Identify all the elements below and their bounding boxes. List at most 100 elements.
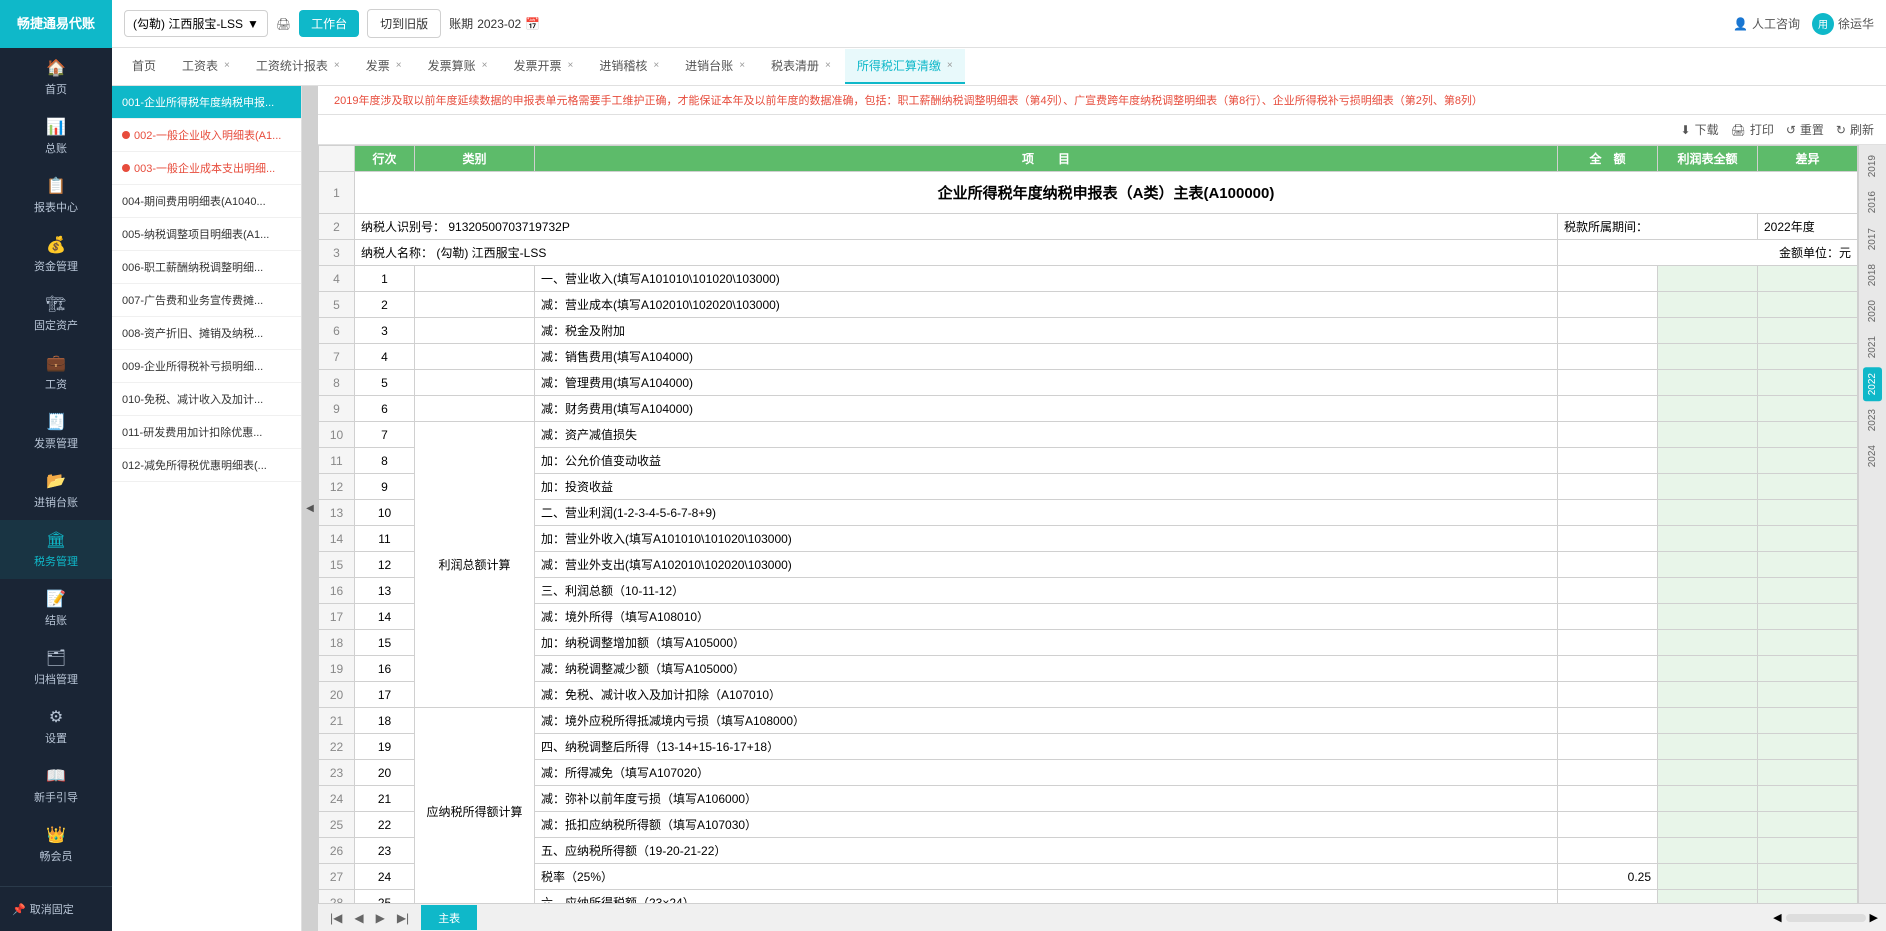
profit-amount[interactable]	[1658, 292, 1758, 318]
sheet-tab-main[interactable]: 主表	[421, 905, 477, 930]
line-number[interactable]: 20	[355, 760, 415, 786]
item-description[interactable]: 减：营业成本(填写A102010\102020\103000)	[535, 292, 1558, 318]
amount[interactable]	[1558, 422, 1658, 448]
line-number[interactable]: 12	[355, 552, 415, 578]
difference[interactable]	[1758, 708, 1858, 734]
amount[interactable]	[1558, 526, 1658, 552]
item-description[interactable]: 减：抵扣应纳税所得额（填写A107030）	[535, 812, 1558, 838]
tab-invoice[interactable]: 发票 ×	[354, 49, 414, 84]
form-item-011[interactable]: 011-研发费用加计扣除优惠...	[112, 416, 301, 449]
difference[interactable]	[1758, 578, 1858, 604]
user-service[interactable]: 👤 人工咨询	[1733, 15, 1800, 32]
difference[interactable]	[1758, 682, 1858, 708]
profit-amount[interactable]	[1658, 448, 1758, 474]
item-description[interactable]: 五、应纳税所得额（19-20-21-22）	[535, 838, 1558, 864]
amount[interactable]	[1558, 812, 1658, 838]
sidebar-item-invoices[interactable]: 🧾 发票管理	[0, 402, 112, 461]
year-2019[interactable]: 2019	[1863, 149, 1882, 183]
scroll-bar[interactable]	[1786, 914, 1866, 922]
sidebar-item-payroll[interactable]: 💼 工资	[0, 343, 112, 402]
amount[interactable]	[1558, 760, 1658, 786]
amount[interactable]	[1558, 344, 1658, 370]
profit-amount[interactable]	[1658, 396, 1758, 422]
profit-amount[interactable]	[1658, 344, 1758, 370]
download-button[interactable]: ⬇ 下载	[1681, 121, 1719, 138]
difference[interactable]	[1758, 474, 1858, 500]
item-description[interactable]: 减：弥补以前年度亏损（填写A106000）	[535, 786, 1558, 812]
tab-payroll-stats[interactable]: 工资统计报表 ×	[244, 49, 352, 84]
difference[interactable]	[1758, 812, 1858, 838]
year-2022[interactable]: 2022	[1863, 367, 1882, 401]
item-description[interactable]: 四、纳税调整后所得（13-14+15-16-17+18）	[535, 734, 1558, 760]
line-number[interactable]: 6	[355, 396, 415, 422]
line-number[interactable]: 3	[355, 318, 415, 344]
profit-amount[interactable]	[1658, 474, 1758, 500]
difference[interactable]	[1758, 396, 1858, 422]
item-description[interactable]: 加：纳税调整增加额（填写A105000）	[535, 630, 1558, 656]
form-item-010[interactable]: 010-免税、减计收入及加计...	[112, 383, 301, 416]
item-description[interactable]: 减：免税、减计收入及加计扣除（A107010）	[535, 682, 1558, 708]
difference[interactable]	[1758, 604, 1858, 630]
tab-tax-list[interactable]: 税表清册 ×	[759, 49, 843, 84]
line-number[interactable]: 13	[355, 578, 415, 604]
reset-button[interactable]: ↺ 重置	[1786, 121, 1824, 138]
item-description[interactable]: 六、应纳所得税额（23×24）	[535, 890, 1558, 904]
line-number[interactable]: 25	[355, 890, 415, 904]
form-item-002[interactable]: 002-一般企业收入明细表(A1...	[112, 119, 301, 152]
form-item-005[interactable]: 005-纳税调整项目明细表(A1...	[112, 218, 301, 251]
profit-amount[interactable]	[1658, 734, 1758, 760]
amount[interactable]	[1558, 630, 1658, 656]
line-number[interactable]: 9	[355, 474, 415, 500]
item-description[interactable]: 减：管理费用(填写A104000)	[535, 370, 1558, 396]
amount[interactable]: 0.25	[1558, 864, 1658, 890]
difference[interactable]	[1758, 760, 1858, 786]
tab-payroll-stats-close[interactable]: ×	[334, 60, 340, 71]
form-item-006[interactable]: 006-职工薪酬纳税调整明细...	[112, 251, 301, 284]
item-description[interactable]: 减：境外所得（填写A108010）	[535, 604, 1558, 630]
form-item-009[interactable]: 009-企业所得税补亏损明细...	[112, 350, 301, 383]
difference[interactable]	[1758, 370, 1858, 396]
amount[interactable]	[1558, 266, 1658, 292]
sidebar-item-funds[interactable]: 💰 资金管理	[0, 225, 112, 284]
profit-amount[interactable]	[1658, 266, 1758, 292]
line-number[interactable]: 17	[355, 682, 415, 708]
tab-audit[interactable]: 进销稽核 ×	[587, 49, 671, 84]
form-item-001[interactable]: 001-企业所得税年度纳税申报...	[112, 86, 301, 119]
profit-amount[interactable]	[1658, 318, 1758, 344]
amount[interactable]	[1558, 396, 1658, 422]
line-number[interactable]: 14	[355, 604, 415, 630]
sidebar-item-guide[interactable]: 📖 新手引导	[0, 756, 112, 815]
profit-amount[interactable]	[1658, 682, 1758, 708]
year-2023[interactable]: 2023	[1863, 403, 1882, 437]
item-description[interactable]: 减：资产减值损失	[535, 422, 1558, 448]
item-description[interactable]: 一、营业收入(填写A101010\101020\103000)	[535, 266, 1558, 292]
line-number[interactable]: 19	[355, 734, 415, 760]
refresh-button[interactable]: ↻ 刷新	[1836, 121, 1874, 138]
sidebar-item-ledger[interactable]: 📊 总账	[0, 107, 112, 166]
tab-invoice-close[interactable]: ×	[396, 60, 402, 71]
difference[interactable]	[1758, 500, 1858, 526]
difference[interactable]	[1758, 786, 1858, 812]
difference[interactable]	[1758, 526, 1858, 552]
amount[interactable]	[1558, 682, 1658, 708]
profit-amount[interactable]	[1658, 604, 1758, 630]
line-number[interactable]: 16	[355, 656, 415, 682]
tab-payroll[interactable]: 工资表 ×	[170, 49, 242, 84]
difference[interactable]	[1758, 422, 1858, 448]
sidebar-item-vip[interactable]: 👑 畅会员	[0, 815, 112, 874]
sidebar-item-settings[interactable]: ⚙ 设置	[0, 697, 112, 756]
unpin-button[interactable]: 📌 取消固定	[8, 895, 104, 923]
form-item-003[interactable]: 003-一般企业成本支出明细...	[112, 152, 301, 185]
line-number[interactable]: 22	[355, 812, 415, 838]
item-description[interactable]: 减：境外应税所得抵减境内亏损（填写A108000）	[535, 708, 1558, 734]
year-2016[interactable]: 2016	[1863, 185, 1882, 219]
amount[interactable]	[1558, 370, 1658, 396]
nav-prev-arrow[interactable]: ◀	[350, 909, 367, 927]
line-number[interactable]: 23	[355, 838, 415, 864]
tab-invoice-calc-close[interactable]: ×	[482, 60, 488, 71]
tab-income-tax[interactable]: 所得税汇算清缴 ×	[845, 49, 965, 84]
calendar-icon[interactable]: 📅	[525, 17, 540, 31]
amount[interactable]	[1558, 656, 1658, 682]
item-description[interactable]: 减：税金及附加	[535, 318, 1558, 344]
tab-invoice-open-close[interactable]: ×	[567, 60, 573, 71]
